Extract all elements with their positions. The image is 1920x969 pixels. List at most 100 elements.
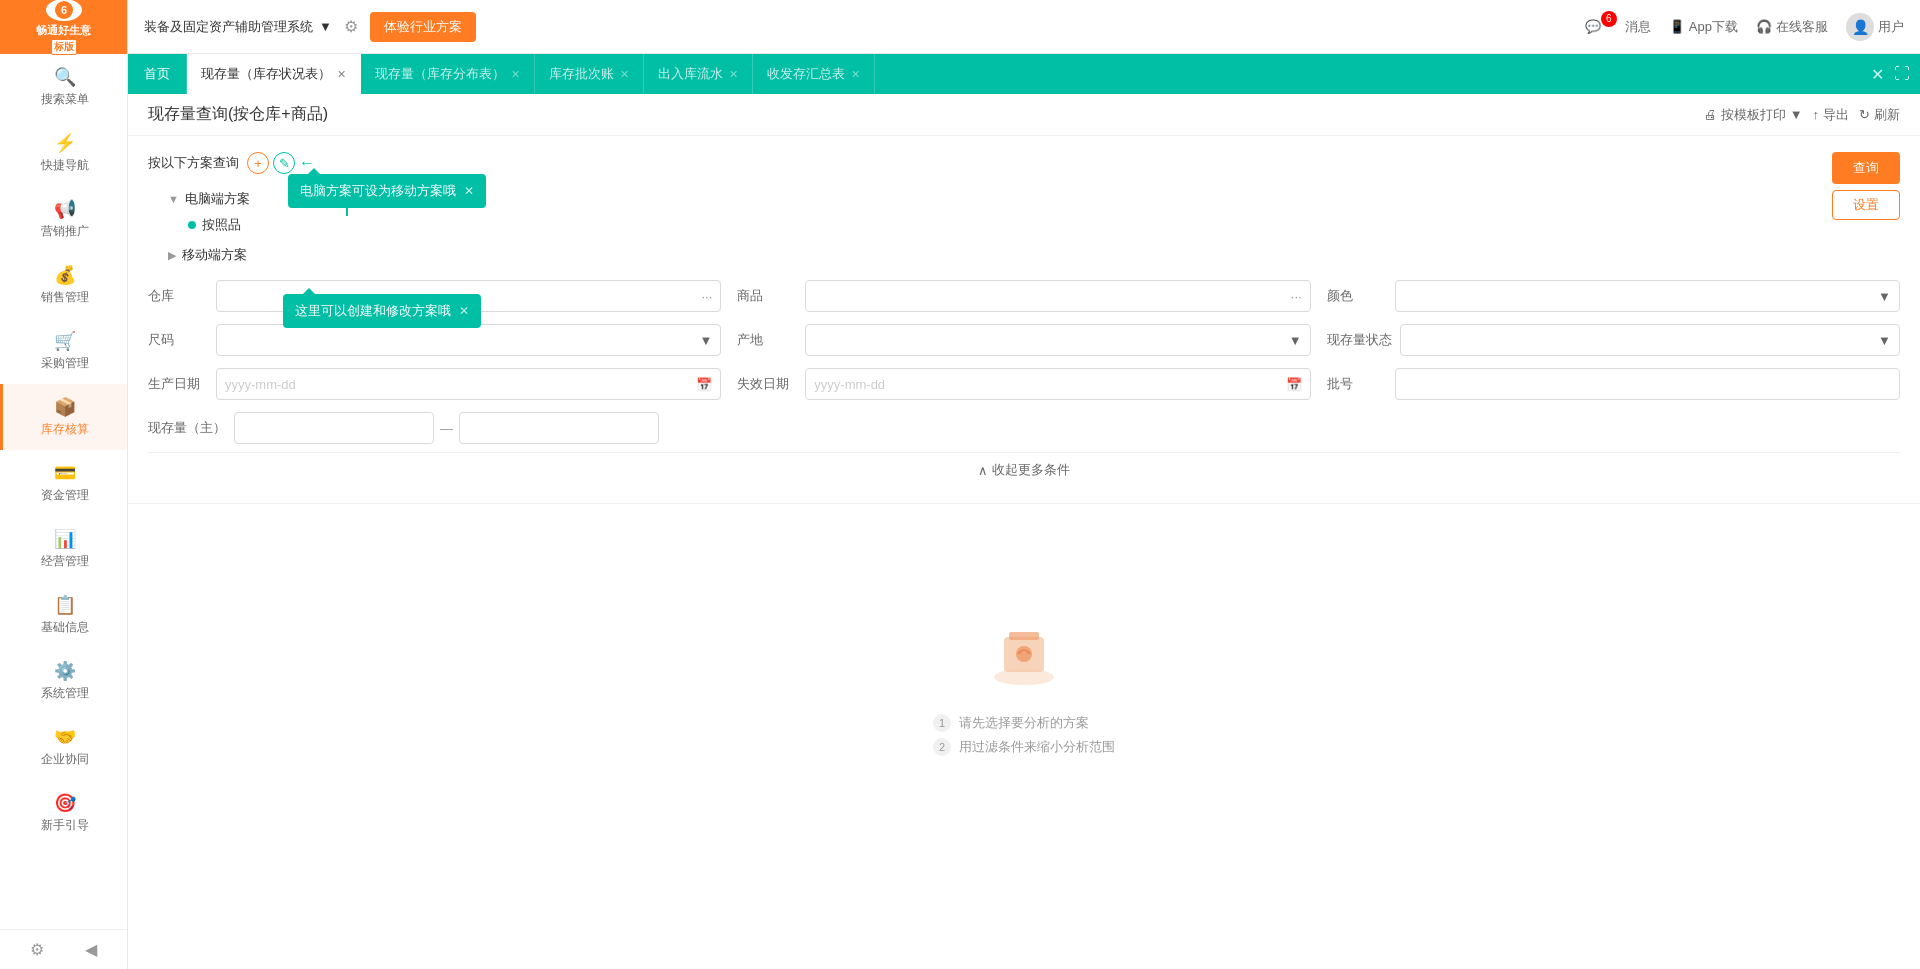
tab-close-icon[interactable]: ✕ (511, 68, 520, 81)
message-btn[interactable]: 💬 6 消息 (1585, 18, 1651, 36)
page-actions: 🖨 按模板打印 ▼ ↑ 导出 ↻ 刷新 (1704, 106, 1900, 124)
edit-popup-close[interactable]: ✕ (459, 304, 469, 318)
origin-field: 产地 ▼ (737, 324, 1310, 356)
stock-qty-max[interactable] (459, 412, 659, 444)
app-download-label: App下载 (1689, 18, 1738, 36)
tab-close-icon[interactable]: ✕ (729, 68, 738, 81)
sidebar-item-label: 快捷导航 (41, 157, 89, 174)
export-btn[interactable]: ↑ 导出 (1813, 106, 1850, 124)
sidebar-item-basic[interactable]: 📋 基础信息 (0, 582, 127, 648)
sidebar-item-label: 采购管理 (41, 355, 89, 372)
marketing-icon: 📢 (54, 198, 76, 220)
sidebar-item-management[interactable]: 📊 经营管理 (0, 516, 127, 582)
tab-maximize-icon[interactable]: ⛶ (1894, 65, 1910, 83)
add-scheme-btn[interactable]: + (247, 152, 269, 174)
goods-field: 商品 ··· (737, 280, 1310, 312)
collapse-btn[interactable]: ∧ 收起更多条件 (978, 461, 1070, 479)
sidebar-bottom: ⚙ ◀ (0, 929, 127, 969)
topbar-right: 💬 6 消息 📱 App下载 🎧 在线客服 👤 用户 (1585, 13, 1904, 41)
sidebar-item-search[interactable]: 🔍 搜索菜单 (0, 54, 127, 120)
sidebar-item-enterprise[interactable]: 🤝 企业协同 (0, 714, 127, 780)
home-label: 首页 (144, 65, 170, 83)
sidebar-item-guide[interactable]: 🎯 新手引导 (0, 780, 127, 846)
sales-icon: 💰 (54, 264, 76, 286)
chevron-down-icon: ▼ (1289, 333, 1302, 348)
tab-home[interactable]: 首页 (128, 54, 187, 94)
tree-arrow: ▼ (168, 193, 179, 205)
enterprise-icon: 🤝 (54, 726, 76, 748)
color-field: 颜色 ▼ (1327, 280, 1900, 312)
tab-batch[interactable]: 库存批次账 ✕ (535, 54, 644, 94)
basic-icon: 📋 (54, 594, 76, 616)
tree-mobile-scheme[interactable]: ▶ 移动端方案 (168, 242, 1900, 268)
sidebar-item-marketing[interactable]: 📢 营销推广 (0, 186, 127, 252)
stock-qty-min[interactable] (234, 412, 434, 444)
svg-point-7 (1027, 651, 1030, 654)
origin-select[interactable]: ▼ (805, 324, 1310, 356)
system-icon: ⚙️ (54, 660, 76, 682)
app-tag: 标版 (51, 39, 77, 55)
chevron-down-icon: ▼ (1878, 289, 1891, 304)
action-buttons: 查询 设置 (1832, 152, 1900, 220)
batch-no-field: 批号 (1327, 368, 1900, 400)
goods-label: 商品 (737, 287, 797, 305)
tree-child-item[interactable]: 按照品 (188, 212, 1900, 238)
tab-close-icon[interactable]: ✕ (337, 68, 346, 81)
print-btn[interactable]: 🖨 按模板打印 ▼ (1704, 106, 1803, 124)
filter-label-text: 按以下方案查询 (148, 154, 239, 172)
warehouse-label: 仓库 (148, 287, 208, 305)
sidebar-item-label: 新手引导 (41, 817, 89, 834)
refresh-btn[interactable]: ↻ 刷新 (1859, 106, 1900, 124)
message-label: 消息 (1625, 18, 1651, 36)
tab-inventory-status[interactable]: 现存量（库存状况表） ✕ (187, 54, 361, 94)
guide-icon: 🎯 (54, 792, 76, 814)
tab-close-icon[interactable]: ✕ (620, 68, 629, 81)
gear-icon[interactable]: ⚙ (344, 17, 358, 36)
sidebar-item-system[interactable]: ⚙️ 系统管理 (0, 648, 127, 714)
sidebar-item-inventory[interactable]: 📦 库存核算 (0, 384, 127, 450)
online-support-btn[interactable]: 🎧 在线客服 (1756, 18, 1828, 36)
user-menu[interactable]: 👤 用户 (1846, 13, 1904, 41)
inventory-icon: 📦 (54, 396, 76, 418)
sidebar-item-label: 系统管理 (41, 685, 89, 702)
production-date-input[interactable]: yyyy-mm-dd 📅 (216, 368, 721, 400)
search-icon: 🔍 (54, 66, 76, 88)
scheme-popup-close[interactable]: ✕ (464, 184, 474, 198)
collapse-sidebar-btn[interactable]: ◀ (85, 940, 97, 959)
tab-close-icon[interactable]: ✕ (851, 68, 860, 81)
size-select[interactable]: ▼ (216, 324, 721, 356)
expiry-date-input[interactable]: yyyy-mm-dd 📅 (805, 368, 1310, 400)
stock-status-select[interactable]: ▼ (1400, 324, 1900, 356)
sidebar-item-purchase[interactable]: 🛒 采购管理 (0, 318, 127, 384)
batch-no-input[interactable] (1395, 368, 1900, 400)
search-button[interactable]: 查询 (1832, 152, 1900, 184)
system-selector[interactable]: 装备及固定资产辅助管理系统 ▼ (144, 18, 332, 36)
tab-summary[interactable]: 收发存汇总表 ✕ (753, 54, 875, 94)
size-field: 尺码 ▼ (148, 324, 721, 356)
settings-btn[interactable]: ⚙ (30, 940, 44, 959)
page-header: 现存量查询(按仓库+商品) 🖨 按模板打印 ▼ ↑ 导出 ↻ 刷新 (128, 94, 1920, 136)
tree-child-label: 按照品 (202, 216, 241, 234)
sidebar-item-sales[interactable]: 💰 销售管理 (0, 252, 127, 318)
tab-inventory-dist[interactable]: 现存量（库存分布表） ✕ (361, 54, 535, 94)
edit-scheme-btn[interactable]: ✎ (273, 152, 295, 174)
management-icon: 📊 (54, 528, 76, 550)
user-name: 用户 (1878, 18, 1904, 36)
system-name: 装备及固定资产辅助管理系统 (144, 18, 313, 36)
sidebar-item-nav[interactable]: ⚡ 快捷导航 (0, 120, 127, 186)
app-logo: 6 畅通好生意 标版 (0, 0, 127, 54)
range-separator: — (440, 421, 453, 436)
goods-input[interactable]: ··· (805, 280, 1310, 312)
app-download-btn[interactable]: 📱 App下载 (1669, 18, 1738, 36)
color-select[interactable]: ▼ (1395, 280, 1900, 312)
tab-flow[interactable]: 出入库流水 ✕ (644, 54, 753, 94)
tab-close-all-icon[interactable]: ✕ (1871, 65, 1884, 84)
industry-btn[interactable]: 体验行业方案 (370, 12, 476, 42)
topbar: 装备及固定资产辅助管理系统 ▼ ⚙ 体验行业方案 💬 6 消息 📱 App下载 … (128, 0, 1920, 54)
origin-label: 产地 (737, 331, 797, 349)
tabbar-right: ✕ ⛶ (1861, 54, 1920, 94)
sidebar-item-finance[interactable]: 💳 资金管理 (0, 450, 127, 516)
sidebar-item-label: 基础信息 (41, 619, 89, 636)
tip-text-1: 请先选择要分析的方案 (959, 714, 1089, 732)
reset-button[interactable]: 设置 (1832, 190, 1900, 220)
